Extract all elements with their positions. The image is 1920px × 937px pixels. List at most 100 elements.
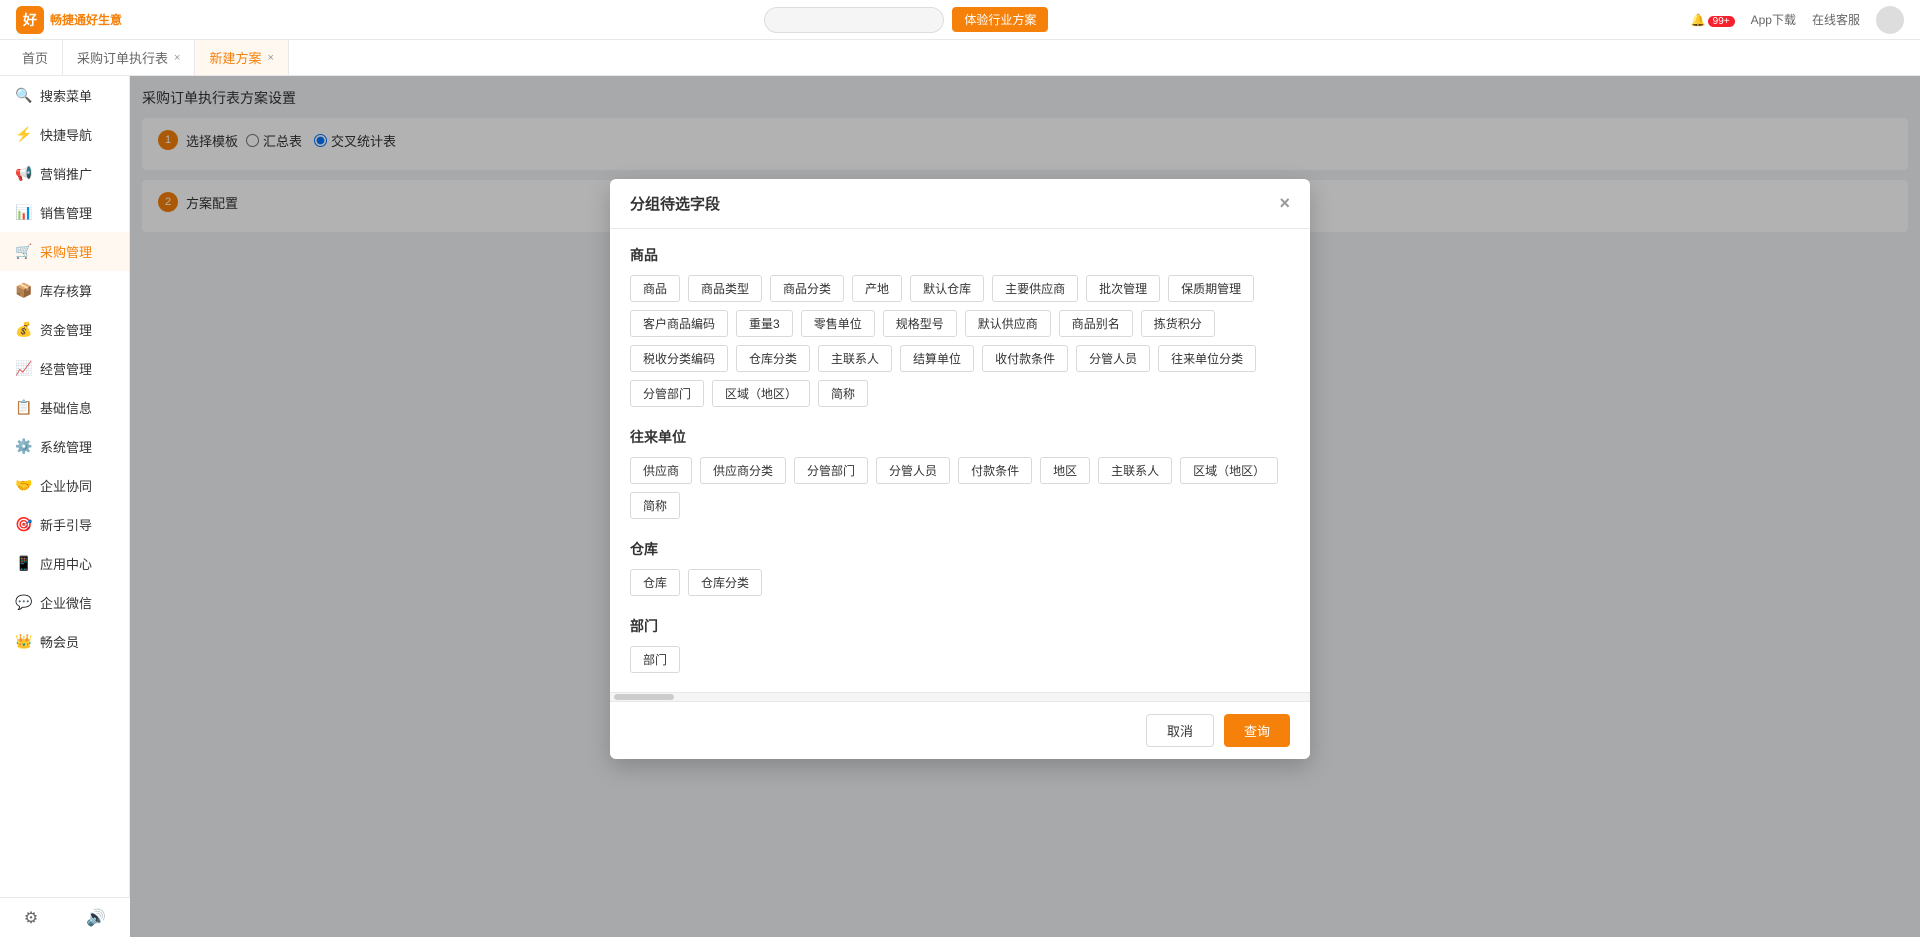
field-tag[interactable]: 分管部门 (794, 457, 868, 484)
sidebar-item-sales[interactable]: 📊 销售管理 (0, 193, 129, 232)
sidebar-item-inventory[interactable]: 📦 库存核算 (0, 271, 129, 310)
sidebar-item-basic[interactable]: 📋 基础信息 (0, 388, 129, 427)
field-tags: 部门 (630, 646, 1290, 673)
inventory-icon: 📦 (16, 283, 32, 299)
sidebar-quick-nav-label: 快捷导航 (40, 125, 92, 144)
sidebar-item-wechat[interactable]: 💬 企业微信 (0, 583, 129, 622)
confirm-button[interactable]: 查询 (1224, 714, 1290, 747)
header-search-input[interactable] (764, 7, 944, 33)
tab-purchase-close[interactable]: × (174, 52, 180, 64)
sidebar-item-purchase[interactable]: 🛒 采购管理 (0, 232, 129, 271)
horizontal-scrollbar[interactable] (610, 692, 1310, 701)
sidebar-member-label: 畅会员 (40, 632, 79, 651)
field-tag[interactable]: 付款条件 (958, 457, 1032, 484)
sidebar-item-search[interactable]: 🔍 搜索菜单 (0, 76, 129, 115)
tab-home[interactable]: 首页 (8, 40, 63, 75)
field-tag[interactable]: 仓库 (630, 569, 680, 596)
field-tag[interactable]: 默认仓库 (910, 275, 984, 302)
sidebar-item-enterprise[interactable]: 🤝 企业协同 (0, 466, 129, 505)
field-tag[interactable]: 产地 (852, 275, 902, 302)
field-tag[interactable]: 区域（地区） (1180, 457, 1278, 484)
header-center: 体验行业方案 (764, 7, 1048, 33)
search-icon: 🔍 (16, 88, 32, 104)
field-group-往来单位: 往来单位供应商供应商分类分管部门分管人员付款条件地区主联系人区域（地区） 简称 (630, 427, 1290, 519)
field-tag[interactable]: 供应商 (630, 457, 692, 484)
tab-home-label: 首页 (22, 48, 48, 67)
wechat-icon: 💬 (16, 595, 32, 611)
notification-icon[interactable]: 🔔99+ (1691, 13, 1735, 27)
sidebar-item-marketing[interactable]: 📢 营销推广 (0, 154, 129, 193)
field-tag[interactable]: 规格型号 (883, 310, 957, 337)
system-icon: ⚙️ (16, 439, 32, 455)
sidebar-item-apps[interactable]: 📱 应用中心 (0, 544, 129, 583)
sidebar-item-finance[interactable]: 💰 资金管理 (0, 310, 129, 349)
field-tag[interactable]: 重量3 (736, 310, 793, 337)
sidebar-item-quick-nav[interactable]: ⚡ 快捷导航 (0, 115, 129, 154)
field-tag[interactable]: 简称 (630, 492, 680, 519)
field-tag[interactable]: 往来单位分类 (1158, 345, 1256, 372)
sidebar-system-label: 系统管理 (40, 437, 92, 456)
sidebar: 🔍 搜索菜单 ⚡ 快捷导航 📢 营销推广 📊 销售管理 🛒 采购管理 📦 库存核… (0, 76, 130, 937)
field-tag[interactable]: 商品别名 (1059, 310, 1133, 337)
purchase-icon: 🛒 (16, 244, 32, 260)
tab-new-scheme-label: 新建方案 (209, 48, 261, 67)
field-tag[interactable]: 保质期管理 (1168, 275, 1254, 302)
field-group-title: 仓库 (630, 539, 1290, 559)
sidebar-sales-label: 销售管理 (40, 203, 92, 222)
field-tag[interactable]: 结算单位 (900, 345, 974, 372)
apps-icon: 📱 (16, 556, 32, 572)
audio-icon[interactable]: 🔊 (86, 908, 106, 928)
field-tag[interactable]: 税收分类编码 (630, 345, 728, 372)
tab-new-scheme-close[interactable]: × (267, 52, 273, 64)
field-tag[interactable]: 地区 (1040, 457, 1090, 484)
field-tag[interactable]: 分管部门 (630, 380, 704, 407)
field-tag[interactable]: 部门 (630, 646, 680, 673)
sidebar-operations-label: 经营管理 (40, 359, 92, 378)
online-service-link[interactable]: 在线客服 (1812, 11, 1860, 28)
field-tag[interactable]: 零售单位 (801, 310, 875, 337)
modal-close-btn[interactable]: × (1279, 194, 1290, 212)
field-tag[interactable]: 仓库分类 (688, 569, 762, 596)
sidebar-purchase-label: 采购管理 (40, 242, 92, 261)
field-group-部门: 部门部门 (630, 616, 1290, 673)
field-tag[interactable]: 主联系人 (818, 345, 892, 372)
sidebar-enterprise-label: 企业协同 (40, 476, 92, 495)
field-group-title: 往来单位 (630, 427, 1290, 447)
field-tag[interactable]: 分管人员 (1076, 345, 1150, 372)
field-tag[interactable]: 简称 (818, 380, 868, 407)
field-tag[interactable]: 分管人员 (876, 457, 950, 484)
settings-icon[interactable]: ⚙ (24, 908, 38, 928)
field-tag[interactable]: 默认供应商 (965, 310, 1051, 337)
avatar[interactable] (1876, 6, 1904, 34)
sidebar-guide-label: 新手引导 (40, 515, 92, 534)
sidebar-item-guide[interactable]: 🎯 新手引导 (0, 505, 129, 544)
field-tag[interactable]: 商品分类 (770, 275, 844, 302)
field-tag[interactable]: 主联系人 (1098, 457, 1172, 484)
sales-icon: 📊 (16, 205, 32, 221)
cancel-button[interactable]: 取消 (1146, 714, 1214, 747)
tab-new-scheme[interactable]: 新建方案 × (195, 40, 288, 75)
basic-icon: 📋 (16, 400, 32, 416)
sidebar-search-label: 搜索菜单 (40, 86, 92, 105)
enterprise-icon: 🤝 (16, 478, 32, 494)
sidebar-item-member[interactable]: 👑 畅会员 (0, 622, 129, 661)
tab-purchase-order[interactable]: 采购订单执行表 × (63, 40, 195, 75)
tab-purchase-label: 采购订单执行表 (77, 48, 168, 67)
field-tag[interactable]: 商品 (630, 275, 680, 302)
field-tag[interactable]: 供应商分类 (700, 457, 786, 484)
field-tag[interactable]: 批次管理 (1086, 275, 1160, 302)
field-select-modal: 分组待选字段 × 商品商品商品类型商品分类产地默认仓库主要供应商批次管理保质期管… (610, 179, 1310, 759)
field-tag[interactable]: 客户商品编码 (630, 310, 728, 337)
sidebar-item-operations[interactable]: 📈 经营管理 (0, 349, 129, 388)
app-download-link[interactable]: App下载 (1751, 11, 1796, 28)
field-tag[interactable]: 商品类型 (688, 275, 762, 302)
field-tag[interactable]: 区域（地区） (712, 380, 810, 407)
field-tag[interactable]: 主要供应商 (992, 275, 1078, 302)
trial-btn[interactable]: 体验行业方案 (952, 7, 1048, 32)
field-tag[interactable]: 仓库分类 (736, 345, 810, 372)
field-tag[interactable]: 收付款条件 (982, 345, 1068, 372)
field-group-title: 部门 (630, 616, 1290, 636)
field-tag[interactable]: 拣货积分 (1141, 310, 1215, 337)
modal-footer: 取消 查询 (610, 701, 1310, 759)
sidebar-item-system[interactable]: ⚙️ 系统管理 (0, 427, 129, 466)
